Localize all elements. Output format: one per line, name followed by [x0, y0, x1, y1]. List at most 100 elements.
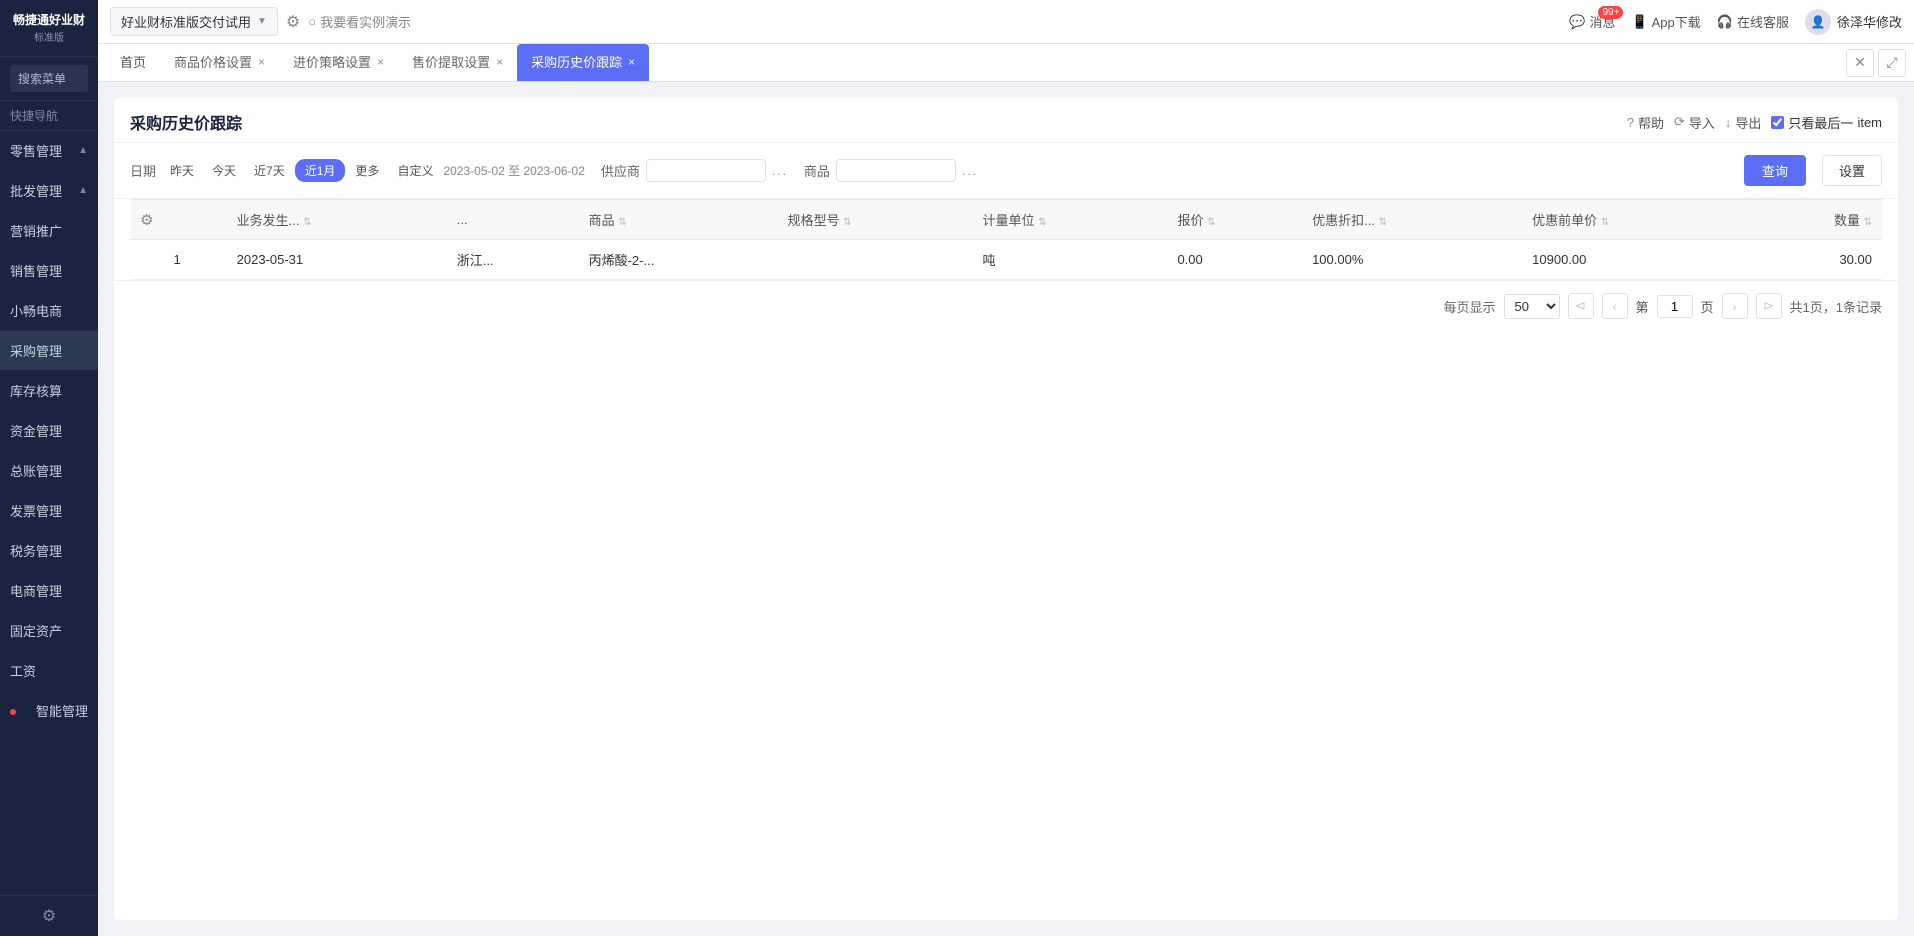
sidebar-item-marketing[interactable]: 营销推广: [0, 211, 98, 251]
sidebar-item-payroll[interactable]: 工资: [0, 651, 98, 691]
tab-maximize-button[interactable]: ⤢: [1878, 49, 1906, 77]
tab-label: 商品价格设置: [174, 52, 252, 71]
user-info[interactable]: 👤 徐泽华修改: [1805, 9, 1902, 35]
supplier-filter-group: 供应商 ...: [601, 159, 788, 182]
app-logo-sub: 标准版: [34, 29, 64, 44]
sort-icon-discount[interactable]: ⇅: [1379, 217, 1387, 228]
sidebar-item-ledger[interactable]: 总账管理: [0, 451, 98, 491]
row-qty: 30.00: [1747, 240, 1882, 280]
sort-icon-spec[interactable]: ⇅: [843, 217, 851, 228]
supplier-more[interactable]: ...: [772, 164, 788, 178]
tab-close-icon[interactable]: ×: [496, 55, 503, 69]
sidebar-item-tax[interactable]: 税务管理: [0, 531, 98, 571]
import-button[interactable]: ⟳ 导入: [1674, 113, 1715, 132]
last-only-checkbox[interactable]: [1771, 116, 1784, 129]
last-only-checkbox-wrap[interactable]: 只看最后一 item: [1771, 113, 1882, 132]
supplier-input[interactable]: [655, 163, 755, 178]
sidebar-item-ecom[interactable]: 电商管理: [0, 571, 98, 611]
tab-sale-price[interactable]: 售价提取设置 ×: [398, 44, 517, 81]
date-btn-昨天[interactable]: 昨天: [162, 159, 202, 182]
page-suffix: 页: [1701, 297, 1714, 316]
date-filter-group: 日期 昨天今天近7天近1月更多自定义 2023-05-02 至 2023-06-…: [130, 159, 585, 182]
tab-close-icon[interactable]: ×: [628, 55, 635, 69]
tabs-right: ✕ ⤢: [1846, 44, 1906, 81]
sidebar-item-smart[interactable]: 智能管理: [0, 691, 98, 731]
topbar-settings-icon[interactable]: ⚙: [286, 12, 300, 32]
avatar: 👤: [1805, 9, 1831, 35]
query-button[interactable]: 查询: [1744, 155, 1806, 186]
sidebar-item-retail[interactable]: 零售管理▲: [0, 131, 98, 171]
app-download-item[interactable]: 📱 App下载: [1631, 12, 1700, 31]
page-total: 共1页，1条记录: [1790, 297, 1882, 316]
th-unit: 计量单位 ⇅: [972, 200, 1167, 240]
last-page-button[interactable]: ⊳: [1756, 293, 1782, 319]
next-page-button[interactable]: ›: [1722, 293, 1748, 319]
row-spec: [778, 240, 973, 280]
sidebar: 畅捷通好业财 标准版 搜索菜单 快捷导航 零售管理▲批发管理▲营销推广销售管理小…: [0, 0, 98, 936]
sidebar-search[interactable]: 搜索菜单: [0, 57, 98, 101]
search-menu-button[interactable]: 搜索菜单: [10, 65, 88, 92]
product-select[interactable]: 好业财标准版交付试用 ▼: [110, 7, 278, 36]
supplier-filter-label: 供应商: [601, 161, 640, 180]
sidebar-item-assets[interactable]: 固定资产: [0, 611, 98, 651]
messages-item[interactable]: 💬 消息 99+: [1569, 12, 1615, 31]
sidebar-item-label: 发票管理: [10, 501, 62, 520]
date-btn-今天[interactable]: 今天: [204, 159, 244, 182]
gear-icon[interactable]: ⚙: [42, 906, 56, 926]
date-btn-近1月[interactable]: 近1月: [295, 159, 346, 182]
sidebar-item-label: 库存核算: [10, 381, 62, 400]
tab-price-settings[interactable]: 商品价格设置 ×: [160, 44, 279, 81]
sidebar-item-invoice[interactable]: 发票管理: [0, 491, 98, 531]
th-more: ...: [447, 200, 579, 240]
date-btn-更多[interactable]: 更多: [347, 159, 387, 182]
th-pre-discount: 优惠前单价 ⇅: [1522, 200, 1747, 240]
table-gear-icon[interactable]: ⚙: [140, 212, 153, 229]
sort-icon-qty[interactable]: ⇅: [1864, 217, 1872, 228]
sidebar-item-sales[interactable]: 销售管理: [0, 251, 98, 291]
tab-close-button[interactable]: ✕: [1846, 49, 1874, 77]
sidebar-quick-nav[interactable]: 快捷导航: [0, 101, 98, 131]
th-goods: 商品 ⇅: [579, 200, 778, 240]
th-more-label: ...: [457, 212, 468, 227]
sidebar-item-ecom_small[interactable]: 小畅电商: [0, 291, 98, 331]
sort-icon-unit[interactable]: ⇅: [1038, 217, 1046, 228]
app-download-label: App下载: [1652, 12, 1701, 31]
sidebar-item-label: 采购管理: [10, 341, 62, 360]
sidebar-item-inventory[interactable]: 库存核算: [0, 371, 98, 411]
first-page-button[interactable]: ⊲: [1568, 293, 1594, 319]
tab-close-icon[interactable]: ×: [377, 55, 384, 69]
online-service-item[interactable]: 🎧 在线客服: [1717, 12, 1789, 31]
tab-purchase-history[interactable]: 采购历史价跟踪×: [517, 44, 649, 81]
sort-icon-pre-discount[interactable]: ⇅: [1601, 217, 1609, 228]
tab-home[interactable]: 首页: [106, 44, 160, 81]
page-input[interactable]: [1657, 295, 1693, 318]
export-button[interactable]: ↓ 导出: [1725, 113, 1762, 132]
sidebar-item-finance[interactable]: 资金管理: [0, 411, 98, 451]
goods-input[interactable]: [845, 163, 945, 178]
row-biz-date: 2023-05-31: [227, 240, 447, 280]
last-only-item-label: item: [1857, 115, 1882, 130]
date-btn-近7天[interactable]: 近7天: [246, 159, 293, 182]
tab-purchase-strategy[interactable]: 进价策略设置×: [279, 44, 398, 81]
th-seq: [163, 200, 226, 240]
prev-page-button[interactable]: ‹: [1602, 293, 1628, 319]
settings-button[interactable]: 设置: [1822, 155, 1882, 186]
messages-badge: 99+: [1598, 6, 1623, 19]
date-btn-自定义[interactable]: 自定义: [389, 159, 441, 182]
per-page-select[interactable]: 50 10 20 100: [1504, 294, 1560, 319]
sort-icon-goods[interactable]: ⇅: [618, 217, 626, 228]
goods-more[interactable]: ...: [962, 164, 978, 178]
tab-label: 售价提取设置: [412, 52, 490, 71]
data-table: ⚙ 业务发生... ⇅ ... 商品: [130, 199, 1882, 280]
sidebar-item-label: 智能管理: [36, 701, 88, 720]
th-discount: 优惠折扣... ⇅: [1302, 200, 1522, 240]
sidebar-item-purchase[interactable]: 采购管理: [0, 331, 98, 371]
tab-close-icon[interactable]: ×: [258, 55, 265, 69]
table-wrap: ⚙ 业务发生... ⇅ ... 商品: [114, 199, 1898, 280]
sidebar-item-wholesale[interactable]: 批发管理▲: [0, 171, 98, 211]
sort-icon-quote[interactable]: ⇅: [1207, 217, 1215, 228]
help-label: 帮助: [1638, 113, 1664, 132]
help-button[interactable]: ? 帮助: [1627, 113, 1664, 132]
sort-icon-biz-date[interactable]: ⇅: [303, 217, 311, 228]
demo-link[interactable]: ○ 我要看实例演示: [308, 12, 411, 31]
